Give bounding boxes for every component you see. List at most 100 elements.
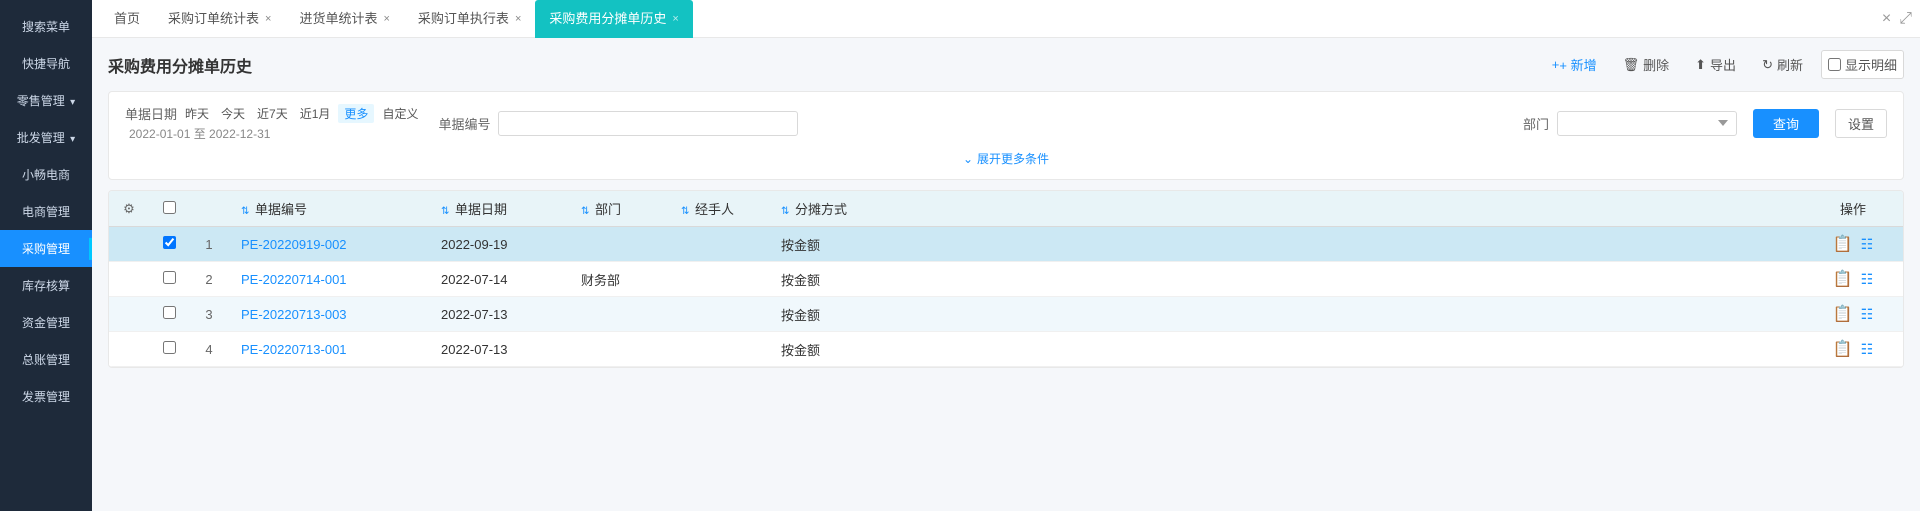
sidebar: 搜索菜单 快捷导航 零售管理 ▾ 批发管理 ▾ 小畅电商 电商管理 采购管理 库… (0, 0, 92, 511)
table-row: 3 PE-20220713-003 2022-07-13 按金额 📋 ☷ (109, 297, 1903, 332)
select-all-checkbox[interactable] (163, 201, 176, 214)
sidebar-item-ecommerce[interactable]: 电商管理 (0, 193, 92, 230)
tab-purchase-order-stats[interactable]: 采购订单统计表 × (154, 0, 285, 38)
date-opt-last1m[interactable]: 近1月 (296, 104, 335, 123)
doc-no-link[interactable]: PE-20220713-001 (241, 342, 347, 357)
td-doc-no: PE-20220714-001 (229, 262, 429, 297)
sidebar-item-finance[interactable]: 资金管理 (0, 304, 92, 341)
detail-icon[interactable]: ☷ (1861, 306, 1874, 323)
edit-icon[interactable]: 📋 (1833, 304, 1853, 324)
date-range-text: 2022-01-01 至 2022-12-31 (125, 125, 422, 142)
action-icons: 📋 ☷ (1815, 304, 1891, 324)
export-icon: ⬆ (1695, 57, 1706, 73)
content-area: 采购费用分摊单历史 + + 新增 🗑 删除 ⬆ 导出 ↻ 刷新 (92, 38, 1920, 511)
date-opt-more[interactable]: 更多 (338, 104, 374, 123)
th-dept[interactable]: ⇅ 部门 (569, 191, 669, 227)
td-checkbox[interactable] (149, 332, 189, 367)
sidebar-item-quick-nav[interactable]: 快捷导航 (0, 45, 92, 82)
td-num: 1 (189, 227, 229, 262)
row-checkbox[interactable] (163, 306, 176, 319)
date-opt-custom[interactable]: 自定义 (378, 104, 422, 123)
maximize-icon[interactable]: ⤢ (1899, 10, 1912, 28)
sidebar-item-label: 批发管理 ▾ (4, 129, 88, 146)
detail-icon[interactable]: ☷ (1861, 271, 1874, 288)
chevron-down-icon: ▾ (70, 134, 75, 145)
detail-icon[interactable]: ☷ (1861, 341, 1874, 358)
chevron-down-icon: ⌄ (963, 152, 973, 166)
sidebar-item-retail[interactable]: 零售管理 ▾ (0, 82, 92, 119)
td-date: 2022-07-14 (429, 262, 569, 297)
th-doc-no[interactable]: ⇅ 单据编号 (229, 191, 429, 227)
td-split-method: 按金额 (769, 227, 1803, 262)
sidebar-item-search[interactable]: 搜索菜单 (0, 8, 92, 45)
tab-home[interactable]: 首页 (100, 0, 154, 38)
sidebar-item-label: 小畅电商 (4, 166, 88, 183)
th-gear: ⚙ (109, 191, 149, 227)
sort-icon: ⇅ (581, 206, 589, 217)
tab-purchase-order-exec[interactable]: 采购订单执行表 × (404, 0, 535, 38)
show-columns-button[interactable]: 显示明细 (1821, 50, 1904, 79)
th-handler[interactable]: ⇅ 经手人 (669, 191, 769, 227)
date-opt-today[interactable]: 今天 (217, 104, 249, 123)
close-icon[interactable]: × (383, 0, 389, 38)
edit-icon[interactable]: 📋 (1833, 269, 1853, 289)
th-split-method[interactable]: ⇅ 分摊方式 (769, 191, 1803, 227)
doc-no-link[interactable]: PE-20220714-001 (241, 272, 347, 287)
row-checkbox[interactable] (163, 341, 176, 354)
sidebar-item-inventory[interactable]: 库存核算 (0, 267, 92, 304)
query-button[interactable]: 查询 (1753, 109, 1819, 138)
sidebar-item-label: 发票管理 (4, 388, 88, 405)
delete-button[interactable]: 🗑 删除 (1615, 51, 1678, 78)
sidebar-item-ledger[interactable]: 总账管理 (0, 341, 92, 378)
close-icon[interactable]: × (265, 0, 271, 38)
action-icons: 📋 ☷ (1815, 269, 1891, 289)
td-checkbox[interactable] (149, 227, 189, 262)
sidebar-item-label: 库存核算 (4, 277, 88, 294)
edit-icon[interactable]: 📋 (1833, 339, 1853, 359)
sidebar-item-wholesale[interactable]: 批发管理 ▾ (0, 119, 92, 156)
gear-icon[interactable]: ⚙ (123, 201, 135, 216)
expand-row: ⌄ 展开更多条件 (125, 150, 1887, 167)
sidebar-item-label: 采购管理 (4, 240, 88, 257)
doc-no-input[interactable] (498, 111, 798, 136)
settings-button[interactable]: 设置 (1835, 109, 1887, 138)
td-doc-no: PE-20220713-003 (229, 297, 429, 332)
refresh-button[interactable]: ↻ 刷新 (1754, 51, 1811, 78)
tab-goods-receipt-stats[interactable]: 进货单统计表 × (285, 0, 403, 38)
sidebar-item-mini-shop[interactable]: 小畅电商 (0, 156, 92, 193)
close-all-icon[interactable]: × (1882, 10, 1891, 28)
sidebar-item-invoice[interactable]: 发票管理 (0, 378, 92, 415)
date-filter-label: 单据日期 (125, 104, 177, 123)
sidebar-item-label: 总账管理 (4, 351, 88, 368)
row-checkbox[interactable] (163, 236, 176, 249)
detail-icon[interactable]: ☷ (1861, 236, 1874, 253)
table-row: 2 PE-20220714-001 2022-07-14 财务部 按金额 📋 ☷ (109, 262, 1903, 297)
show-columns-checkbox[interactable] (1828, 58, 1841, 71)
td-checkbox[interactable] (149, 262, 189, 297)
td-gear (109, 297, 149, 332)
date-opt-yesterday[interactable]: 昨天 (181, 104, 213, 123)
sidebar-item-label: 电商管理 (4, 203, 88, 220)
doc-no-link[interactable]: PE-20220713-003 (241, 307, 347, 322)
sidebar-item-purchase[interactable]: 采购管理 (0, 230, 92, 267)
close-icon[interactable]: × (515, 0, 521, 38)
td-dept (569, 227, 669, 262)
tab-bar-actions: × ⤢ (1882, 10, 1912, 28)
tab-purchase-cost-history[interactable]: 采购费用分摊单历史 × (535, 0, 692, 38)
add-button[interactable]: + + 新增 (1544, 51, 1605, 78)
expand-more-button[interactable]: ⌄ 展开更多条件 (963, 150, 1049, 167)
td-checkbox[interactable] (149, 297, 189, 332)
edit-icon[interactable]: 📋 (1833, 234, 1853, 254)
close-icon[interactable]: × (672, 0, 678, 38)
export-button[interactable]: ⬆ 导出 (1687, 51, 1744, 78)
td-split-method: 按金额 (769, 332, 1803, 367)
dept-select[interactable] (1557, 111, 1737, 136)
td-dept: 财务部 (569, 262, 669, 297)
doc-no-link[interactable]: PE-20220919-002 (241, 237, 347, 252)
date-opt-last7[interactable]: 近7天 (253, 104, 292, 123)
refresh-icon: ↻ (1762, 57, 1773, 73)
row-checkbox[interactable] (163, 271, 176, 284)
td-handler (669, 262, 769, 297)
th-date[interactable]: ⇅ 单据日期 (429, 191, 569, 227)
sidebar-item-label: 资金管理 (4, 314, 88, 331)
